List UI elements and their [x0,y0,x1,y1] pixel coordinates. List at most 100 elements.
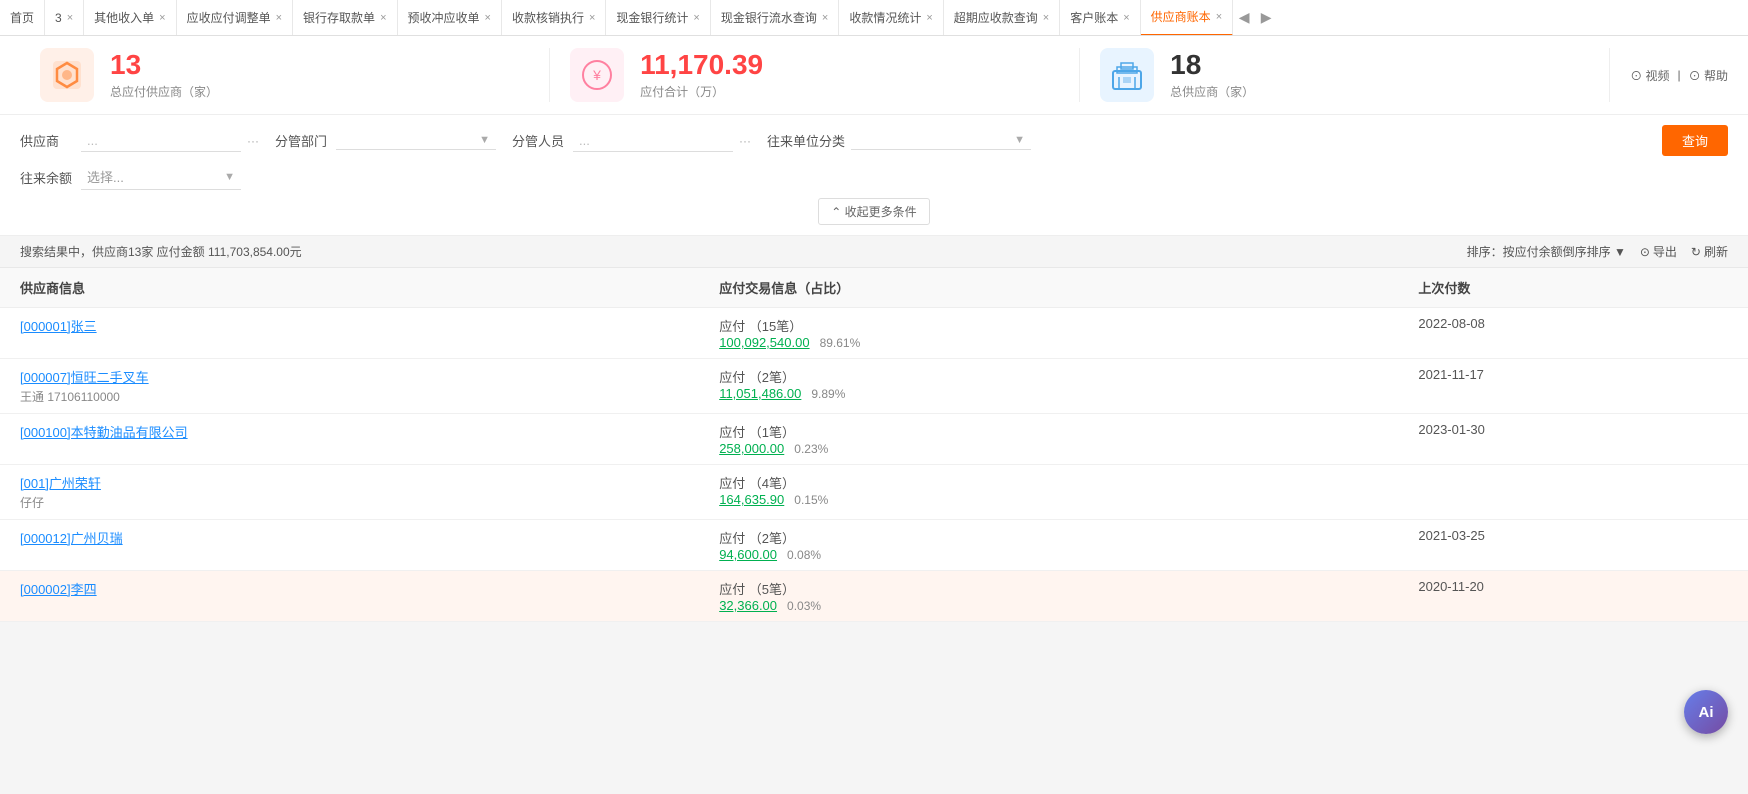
sort-label[interactable]: 排序：按应付余额倒序排序 ▼ [1467,243,1626,260]
person-label: 分管人员 [512,131,567,150]
supplier-link[interactable]: [001]广州荣轩 [20,476,101,491]
payable-suppliers-label: 总应付供应商（家） [110,83,218,100]
refresh-label: 刷新 [1704,243,1728,260]
close-icon[interactable]: × [1043,12,1049,24]
person-more-icon[interactable]: ··· [739,134,751,148]
supplier-cell: [000012]广州贝瑞 [0,520,699,571]
nav-tab-collection[interactable]: 收款核销执行 × [502,0,606,36]
close-icon[interactable]: × [1123,12,1129,24]
collapse-button[interactable]: ⌃ 收起更多条件 [818,198,929,225]
nav-tab-cash-stats[interactable]: 现金银行统计 × [606,0,710,36]
table-header: 供应商信息 应付交易信息（占比） 上次付数 [0,268,1748,308]
payable-cell: 应付 （4笔）164,635.90 0.15% [699,465,1398,520]
sort-chevron-icon: ▼ [1614,245,1626,259]
query-button[interactable]: 查询 [1662,125,1728,156]
last-pay-cell: 2020-11-20 [1398,571,1748,622]
nav-tab-cash-flow[interactable]: 现金银行流水查询 × [711,0,839,36]
payable-cell: 应付 （5笔）32,366.000.03% [699,571,1398,622]
balance-select[interactable]: 选择... ▼ [81,164,241,190]
close-icon[interactable]: × [693,12,699,24]
supplier-link[interactable]: [000012]广州贝瑞 [20,531,123,546]
payable-percentage: 89.61% [820,336,861,350]
nav-tab-customer-ledger[interactable]: 客户账本 × [1060,0,1140,36]
last-pay-cell [1398,465,1748,520]
nav-tab-home-label: 首页 [10,9,34,26]
filter-row-2: 往来余额 选择... ▼ [20,164,1728,190]
table-row: [000012]广州贝瑞应付 （2笔）94,600.000.08%2021-03… [0,520,1748,571]
nav-tab-supplier-ledger[interactable]: 供应商账本 × [1141,0,1233,36]
refresh-icon: ↻ [1691,245,1701,259]
payable-cell: 应付 （15笔）100,092,540.00 89.61% [699,308,1398,359]
close-icon[interactable]: × [159,12,165,24]
payable-total-text: 11,170.39 应付合计（万） [640,50,763,100]
close-icon[interactable]: × [67,12,73,24]
payable-amount-line: 164,635.90 0.15% [719,492,1378,507]
nav-tab-home[interactable]: 首页 [0,0,45,36]
payable-amount[interactable]: 32,366.00 [719,598,777,613]
filter-dept: 分管部门 ▼ [275,131,496,150]
supplier-link[interactable]: [000007]恒旺二手叉车 [20,370,149,385]
payable-count-line: 应付 （4笔） [719,473,1378,492]
category-select[interactable]: ▼ [851,131,1031,150]
refresh-button[interactable]: ↻ 刷新 [1691,243,1728,260]
nav-tab-bank[interactable]: 银行存取款单 × [293,0,397,36]
payable-amount[interactable]: 100,092,540.00 [719,335,809,350]
nav-scroll-left[interactable]: ◀ [1233,0,1255,36]
close-icon[interactable]: × [276,12,282,24]
video-link[interactable]: ⊙ 视频 [1630,67,1669,84]
nav-tab-other-income-label: 其他收入单 [94,9,154,26]
nav-tab-3[interactable]: 3 × [45,0,84,36]
supplier-more-icon[interactable]: ··· [247,134,259,148]
payable-amount[interactable]: 11,051,486.00 [719,386,801,401]
nav-scroll-right[interactable]: ▶ [1255,0,1277,36]
total-suppliers-number: 18 [1170,50,1254,81]
payable-amount-line: 11,051,486.009.89% [719,386,1378,401]
summary-card-total-suppliers: 18 总供应商（家） [1080,48,1610,102]
close-icon[interactable]: × [589,12,595,24]
payable-label: 应付 （4笔） [719,476,795,491]
nav-tab-collection-label: 收款核销执行 [512,9,584,26]
nav-tab-adjustment[interactable]: 应收应付调整单 × [177,0,293,36]
nav-tab-other-income[interactable]: 其他收入单 × [84,0,176,36]
dept-select[interactable]: ▼ [336,131,496,150]
close-icon[interactable]: × [822,12,828,24]
nav-tab-collection-stats[interactable]: 收款情况统计 × [839,0,943,36]
payable-suppliers-icon [40,48,94,102]
nav-tab-cash-stats-label: 现金银行统计 [616,9,688,26]
ai-button[interactable]: Ai [1684,690,1728,734]
close-icon[interactable]: × [380,12,386,24]
close-icon[interactable]: × [485,12,491,24]
supplier-cell: [000002]李四 [0,571,699,622]
nav-tab-overdue[interactable]: 超期应收款查询 × [944,0,1060,36]
help-link[interactable]: ⊙ 帮助 [1689,67,1728,84]
filter-supplier: 供应商 ··· [20,130,259,152]
result-summary-text: 搜索结果中，供应商13家 应付金额 111,703,854.00元 [20,243,302,260]
supplier-link[interactable]: [000100]本特勤油品有限公司 [20,425,188,440]
payable-amount[interactable]: 258,000.00 [719,441,784,456]
payable-percentage: 0.15% [794,493,828,507]
summary-card-payable-total: ¥ 11,170.39 应付合计（万） [550,48,1080,102]
person-input[interactable] [573,130,733,152]
chevron-down-icon: ▼ [1014,134,1025,146]
supplier-link[interactable]: [000001]张三 [20,319,97,334]
close-icon[interactable]: × [926,12,932,24]
col-last-pay: 上次付数 [1398,268,1748,308]
payable-cell: 应付 （2笔）11,051,486.009.89% [699,359,1398,414]
nav-tab-cash-flow-label: 现金银行流水查询 [721,9,817,26]
payable-amount[interactable]: 94,600.00 [719,547,777,562]
nav-tab-adjustment-label: 应收应付调整单 [187,9,271,26]
payable-label: 应付 （15笔） [719,319,802,334]
table-body: [000001]张三 应付 （15笔）100,092,540.00 89.61% 20… [0,308,1748,622]
table-row: [001]广州荣轩仔仔应付 （4笔）164,635.900.15% [0,465,1748,520]
payable-amount-line: 100,092,540.00 89.61% [719,335,1378,350]
payable-amount[interactable]: 164,635.90 [719,492,784,507]
data-table: 供应商信息 应付交易信息（占比） 上次付数 [000001]张三 应付 （15笔）… [0,268,1748,622]
chevron-down-icon: ▼ [224,171,235,183]
close-icon[interactable]: × [1216,11,1222,23]
supplier-input[interactable] [81,130,241,152]
nav-tab-prepaid[interactable]: 预收冲应收单 × [398,0,502,36]
export-button[interactable]: ⊙ 导出 [1640,243,1677,260]
total-suppliers-text: 18 总供应商（家） [1170,50,1254,100]
supplier-link[interactable]: [000002]李四 [20,582,97,597]
balance-select-value: 选择... [87,167,124,186]
